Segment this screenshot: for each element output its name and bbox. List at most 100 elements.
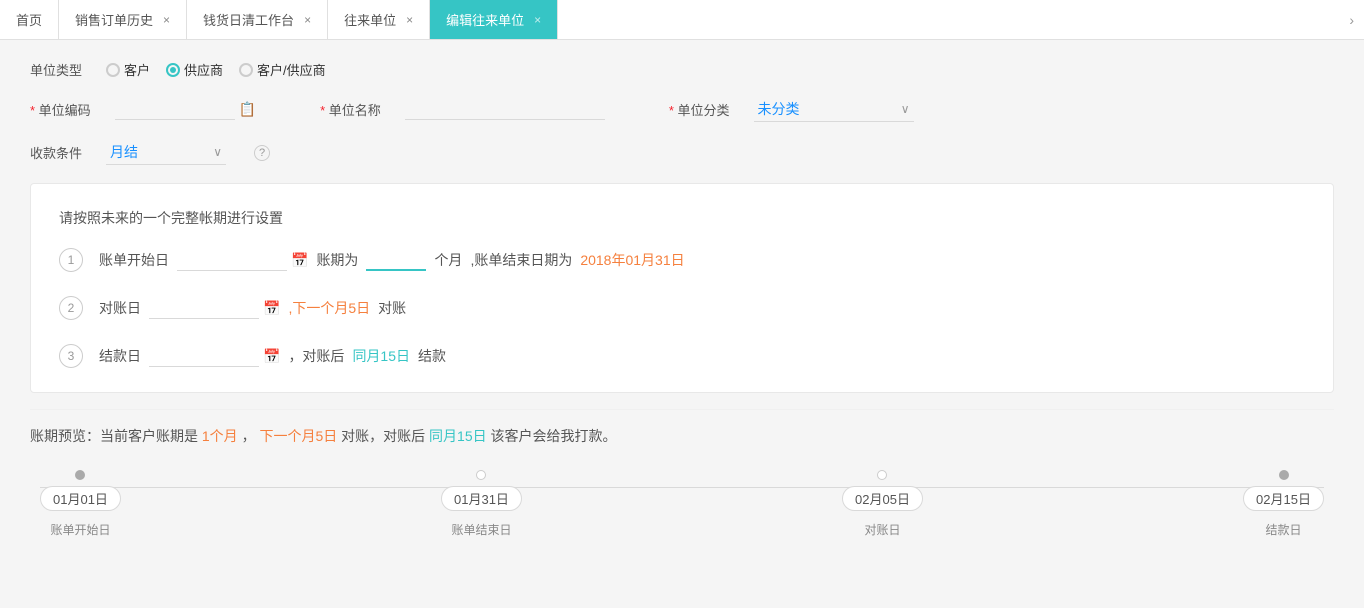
unit-type-row: 单位类型 客户 供应商 客户/供应商: [30, 60, 1334, 79]
step-3-number: 3: [59, 344, 83, 368]
period-for-label: 账期为: [316, 250, 358, 270]
payment-date-calendar-icon[interactable]: 📅: [263, 348, 280, 365]
timeline-label-1: 账单开始日: [50, 521, 110, 538]
period-row-1-content: 账单开始日 2018-01-01 📅 账期为 1 个月 ,账单结束日期为 201…: [99, 249, 685, 271]
timeline-label-4: 结款日: [1266, 521, 1302, 538]
radio-both[interactable]: 客户/供应商: [239, 60, 326, 79]
timeline-badge-3: 02月05日: [842, 486, 923, 511]
timeline-dot-1: [75, 470, 85, 480]
timeline-label-2: 账单结束日: [451, 521, 511, 538]
preview-part3: 下一个月5日: [259, 428, 337, 444]
unit-code-input[interactable]: [115, 99, 235, 120]
tab-sales-history-label: 销售订单历史: [75, 10, 153, 29]
preview-section: 账期预览：当前客户账期是 1个月 ， 下一个月5日 对账，对账后 同月15日 该…: [30, 409, 1334, 538]
tab-edit-partner-label: 编辑往来单位: [446, 10, 524, 29]
period-unit-label: 个月: [434, 250, 462, 270]
timeline-label-3: 对账日: [864, 521, 900, 538]
payment-terms-row: 收款条件 月结 ∨ ?: [30, 140, 1334, 165]
period-row-2-content: 对账日 2018-02-05 📅 ,下一个月5日 对账: [99, 298, 406, 319]
radio-customer-label: 客户: [124, 60, 150, 79]
unit-category-value: 未分类: [758, 99, 897, 119]
radio-both-label: 客户/供应商: [257, 60, 326, 79]
preview-part4: 对账，对账后: [341, 428, 425, 444]
payment-terms-arrow-icon: ∨: [213, 145, 222, 159]
timeline-badge-2: 01月31日: [441, 486, 522, 511]
radio-supplier[interactable]: 供应商: [166, 60, 223, 79]
timeline-badge-4: 02月15日: [1243, 486, 1324, 511]
payment-teal-desc: 同月15日: [352, 346, 410, 366]
reconcile-date-calendar-icon[interactable]: 📅: [263, 300, 280, 317]
start-date-input[interactable]: 2018-01-01: [177, 250, 287, 271]
code-name-category-row: 单位编码 📋 单位名称 河南供应商22 单位分类 未分类 ∨: [30, 97, 1334, 122]
close-partner-units-icon[interactable]: ×: [406, 13, 413, 27]
timeline-item-2: 01月31日 账单结束日: [441, 470, 522, 538]
radio-both-circle: [239, 63, 253, 77]
radio-supplier-circle: [166, 63, 180, 77]
tab-bar: 首页 销售订单历史 × 钱货日清工作台 × 往来单位 × 编辑往来单位 × ›: [0, 0, 1364, 40]
timeline-item-1: 01月01日 账单开始日: [40, 470, 121, 538]
reconcile-after-label: 对账: [378, 298, 406, 318]
unit-name-label: 单位名称: [320, 100, 381, 119]
payment-terms-value: 月结: [110, 142, 209, 162]
tab-partner-units[interactable]: 往来单位 ×: [328, 0, 430, 39]
timeline-badge-1: 01月01日: [40, 486, 121, 511]
payment-before-label: ，对账后: [288, 346, 344, 366]
payment-terms-help-icon[interactable]: ?: [254, 145, 270, 161]
main-content: 单位类型 客户 供应商 客户/供应商 单位编码: [0, 40, 1364, 608]
period-row-3-content: 结款日 2018-02-15 📅 ，对账后 同月15日 结款: [99, 346, 446, 367]
payment-terms-label: 收款条件: [30, 143, 82, 162]
step-1-label: 账单开始日: [99, 250, 169, 270]
reconcile-orange-desc: ,下一个月5日: [288, 298, 370, 318]
unit-name-input[interactable]: 河南供应商22: [405, 99, 605, 120]
tab-partner-units-label: 往来单位: [344, 10, 396, 29]
reconcile-date-input[interactable]: 2018-02-05: [149, 298, 259, 319]
tab-edit-partner[interactable]: 编辑往来单位 ×: [430, 0, 558, 39]
step-2-label: 对账日: [99, 298, 141, 318]
start-date-calendar-icon[interactable]: 📅: [291, 252, 308, 269]
period-card: 请按照未来的一个完整帐期进行设置 1 账单开始日 2018-01-01 📅 账期…: [30, 183, 1334, 393]
close-sales-history-icon[interactable]: ×: [163, 13, 170, 27]
timeline-item-4: 02月15日 结款日: [1243, 470, 1324, 538]
unit-type-label: 单位类型: [30, 60, 82, 79]
preview-part5: 同月15日: [429, 428, 487, 444]
radio-supplier-label: 供应商: [184, 60, 223, 79]
preview-part1: 1个月: [202, 428, 238, 444]
unit-category-label: 单位分类: [669, 100, 730, 119]
tab-cashflow-label: 钱货日清工作台: [203, 10, 294, 29]
close-cashflow-icon[interactable]: ×: [304, 13, 311, 27]
unit-code-calendar-icon[interactable]: 📋: [239, 101, 256, 118]
preview-prefix: 账期预览：当前客户账期是: [30, 428, 198, 444]
timeline-item-3: 02月05日 对账日: [842, 470, 923, 538]
step-2-number: 2: [59, 296, 83, 320]
unit-category-select[interactable]: 未分类 ∨: [754, 97, 914, 122]
end-date-highlight: 2018年01月31日: [580, 250, 684, 270]
payment-terms-select[interactable]: 月结 ∨: [106, 140, 226, 165]
step-1-number: 1: [59, 248, 83, 272]
timeline-wrapper: 01月01日 账单开始日 01月31日 账单结束日 02月05日 对账日: [30, 470, 1334, 538]
preview-text: 账期预览：当前客户账期是 1个月 ， 下一个月5日 对账，对账后 同月15日 该…: [30, 426, 1334, 446]
close-edit-partner-icon[interactable]: ×: [534, 13, 541, 27]
tab-home-label: 首页: [16, 10, 42, 29]
chevron-right-icon: ›: [1349, 12, 1354, 28]
unit-code-label: 单位编码: [30, 100, 91, 119]
period-row-1: 1 账单开始日 2018-01-01 📅 账期为 1 个月 ,账单结束日期为 2…: [59, 248, 1305, 272]
period-row-3: 3 结款日 2018-02-15 📅 ，对账后 同月15日 结款: [59, 344, 1305, 368]
tab-sales-history[interactable]: 销售订单历史 ×: [59, 0, 187, 39]
timeline-dot-2: [476, 470, 486, 480]
timeline-items: 01月01日 账单开始日 01月31日 账单结束日 02月05日 对账日: [40, 470, 1324, 538]
start-date-wrapper: 2018-01-01 📅: [177, 250, 308, 271]
period-card-title: 请按照未来的一个完整帐期进行设置: [59, 208, 1305, 228]
tab-expand-button[interactable]: ›: [1339, 0, 1364, 39]
tab-cashflow[interactable]: 钱货日清工作台 ×: [187, 0, 328, 39]
radio-customer-circle: [106, 63, 120, 77]
timeline-dot-4: [1279, 470, 1289, 480]
radio-customer[interactable]: 客户: [106, 60, 150, 79]
unit-category-arrow-icon: ∨: [901, 102, 910, 116]
unit-type-radio-group: 客户 供应商 客户/供应商: [106, 60, 326, 79]
tab-home[interactable]: 首页: [0, 0, 59, 39]
form-section: 单位类型 客户 供应商 客户/供应商 单位编码: [30, 60, 1334, 165]
period-row-2: 2 对账日 2018-02-05 📅 ,下一个月5日 对账: [59, 296, 1305, 320]
period-num-input[interactable]: 1: [366, 249, 426, 271]
payment-date-input[interactable]: 2018-02-15: [149, 346, 259, 367]
payment-date-wrapper: 2018-02-15 📅: [149, 346, 280, 367]
